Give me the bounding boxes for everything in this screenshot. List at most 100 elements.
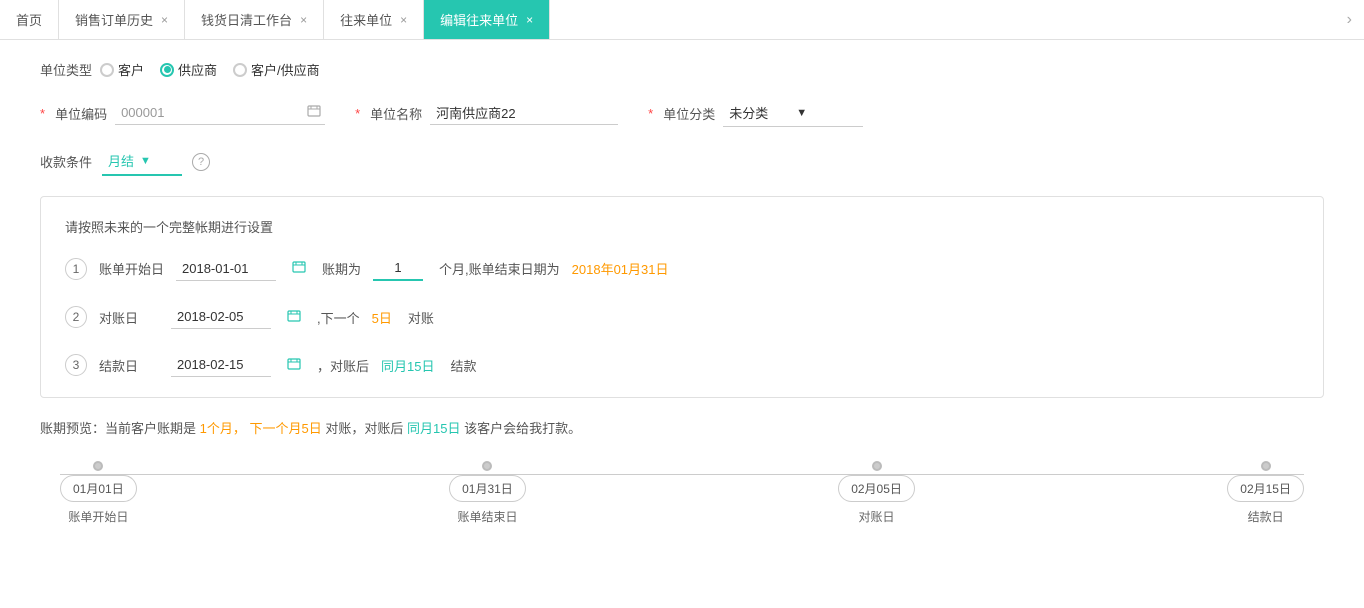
unit-code-icon[interactable] [303, 104, 325, 121]
payment-condition-arrow: ▼ [140, 155, 151, 167]
timeline-date-3: 02月15日 [1227, 475, 1304, 502]
unit-type-field: 单位类型 客户 供应商 客户/供应商 [40, 60, 320, 79]
step-2-date[interactable] [171, 305, 271, 329]
radio-both-label: 客户/供应商 [251, 60, 320, 79]
help-icon[interactable]: ? [192, 153, 210, 171]
tab-expand-button[interactable]: › [1335, 0, 1364, 39]
payment-condition-row: 收款条件 月结 ▼ ? [40, 147, 1324, 176]
timeline-date-0: 01月01日 [60, 475, 137, 502]
preview-mid: 对账，对账后 [325, 421, 403, 436]
preview-reconcile-date: 下一个月5日 [250, 421, 322, 436]
card-title: 请按照未来的一个完整帐期进行设置 [65, 217, 1299, 236]
step-1-label: 账单开始日 [99, 259, 164, 278]
step-2-highlight: 5日 [372, 308, 392, 327]
tab-sales-order-label: 销售订单历史 [75, 10, 153, 29]
unit-category-field: * 单位分类 未分类 ▼ [648, 99, 863, 127]
unit-category-value: 未分类 [729, 103, 790, 122]
step-3-prefix: ，对账后 [317, 356, 369, 375]
tab-sales-order-close[interactable]: × [161, 13, 168, 27]
tab-sales-order[interactable]: 销售订单历史 × [59, 0, 185, 39]
timeline-dot-0 [93, 461, 103, 471]
preview-payment-date: 同月15日 [407, 421, 460, 436]
tab-counterparty-close[interactable]: × [400, 13, 407, 27]
step-2-suffix: 对账 [408, 308, 434, 327]
step-2-label: 对账日 [99, 308, 159, 327]
payment-condition-dropdown[interactable]: 月结 ▼ [102, 147, 182, 176]
unit-code-field: * 单位编码 [40, 101, 325, 125]
tab-bar: 首页 销售订单历史 × 钱货日清工作台 × 往来单位 × 编辑往来单位 × › [0, 0, 1364, 40]
unit-type-row: 单位类型 客户 供应商 客户/供应商 [40, 60, 1324, 79]
unit-code-required: * [40, 106, 45, 121]
radio-customer-circle [100, 63, 114, 77]
step-3-highlight: 同月15日 [381, 356, 434, 375]
unit-category-arrow: ▼ [796, 107, 857, 119]
tab-edit-counterparty-close[interactable]: × [526, 13, 533, 27]
step-3-num: 3 [65, 354, 87, 376]
step-3-row: 3 结款日 ，对账后 同月15日 结款 [65, 353, 1299, 377]
unit-info-row: * 单位编码 * 单位名称 * 单位分类 [40, 99, 1324, 127]
tab-home-label: 首页 [16, 10, 42, 29]
unit-code-label: 单位编码 [55, 104, 107, 123]
step-2-row: 2 对账日 ,下一个 5日 对账 [65, 305, 1299, 329]
timeline-label-0: 账单开始日 [68, 508, 128, 525]
preview-period: 1个月， [200, 421, 246, 436]
radio-group: 客户 供应商 客户/供应商 [100, 60, 320, 79]
radio-supplier-label: 供应商 [178, 60, 217, 79]
radio-both[interactable]: 客户/供应商 [233, 60, 320, 79]
step-3-label: 结款日 [99, 356, 159, 375]
unit-category-dropdown[interactable]: 未分类 ▼ [723, 99, 863, 127]
tab-home[interactable]: 首页 [0, 0, 59, 39]
tab-cash-reconcile[interactable]: 钱货日清工作台 × [185, 0, 324, 39]
step-1-row: 1 账单开始日 账期为 个月,账单结束日期为 2018年01月31日 [65, 256, 1299, 281]
unit-name-required: * [355, 106, 360, 121]
payment-condition-value: 月结 [108, 151, 134, 170]
step-1-date[interactable] [176, 257, 276, 281]
preview-end: 该客户会给我打款。 [464, 421, 581, 436]
timeline-date-1: 01月31日 [449, 475, 526, 502]
step-1-num: 1 [65, 258, 87, 280]
timeline-node-3: 02月15日 结款日 [1227, 461, 1304, 525]
timeline-label-3: 结款日 [1248, 508, 1284, 525]
step-1-end-date: 2018年01月31日 [572, 259, 669, 278]
timeline-node-2: 02月05日 对账日 [838, 461, 915, 525]
step-1-calendar-icon[interactable] [292, 260, 306, 277]
step-3-date[interactable] [171, 353, 271, 377]
payment-condition-label: 收款条件 [40, 152, 92, 171]
unit-name-input[interactable] [430, 101, 618, 125]
step-2-calendar-icon[interactable] [287, 309, 301, 326]
card-section: 请按照未来的一个完整帐期进行设置 1 账单开始日 账期为 个月,账单结束日期为 … [40, 196, 1324, 398]
unit-category-label: 单位分类 [663, 104, 715, 123]
step-1-period-input[interactable] [373, 256, 423, 281]
main-content: 单位类型 客户 供应商 客户/供应商 * 单位编码 [0, 40, 1364, 608]
timeline-node-1: 01月31日 账单结束日 [449, 461, 526, 525]
timeline-dot-3 [1261, 461, 1271, 471]
timeline-nodes: 01月01日 账单开始日 01月31日 账单结束日 02月05日 对账日 02月… [60, 461, 1304, 525]
tab-cash-reconcile-close[interactable]: × [300, 13, 307, 27]
unit-category-required: * [648, 106, 653, 121]
tab-cash-reconcile-label: 钱货日清工作台 [201, 10, 292, 29]
timeline-date-2: 02月05日 [838, 475, 915, 502]
unit-name-label: 单位名称 [370, 104, 422, 123]
tab-counterparty[interactable]: 往来单位 × [324, 0, 424, 39]
timeline-node-0: 01月01日 账单开始日 [60, 461, 137, 525]
timeline-dot-1 [482, 461, 492, 471]
step-2-prefix: ,下一个 [317, 308, 360, 327]
unit-code-input-wrapper [115, 101, 325, 125]
radio-both-circle [233, 63, 247, 77]
preview-text: 账期预览：当前客户账期是 1个月， 下一个月5日 对账，对账后 同月15日 该客… [40, 418, 1324, 437]
tab-edit-counterparty-label: 编辑往来单位 [440, 10, 518, 29]
radio-supplier[interactable]: 供应商 [160, 60, 217, 79]
radio-customer-label: 客户 [118, 60, 144, 79]
step-1-period-label: 账期为 [322, 259, 361, 278]
tab-edit-counterparty[interactable]: 编辑往来单位 × [424, 0, 550, 39]
timeline-dot-2 [872, 461, 882, 471]
radio-customer[interactable]: 客户 [100, 60, 144, 79]
step-1-period-unit: 个月,账单结束日期为 [439, 259, 560, 278]
unit-name-field: * 单位名称 [355, 101, 618, 125]
unit-type-label: 单位类型 [40, 60, 92, 79]
timeline-wrapper: 01月01日 账单开始日 01月31日 账单结束日 02月05日 对账日 02月… [40, 461, 1324, 525]
unit-code-input[interactable] [115, 101, 303, 124]
preview-label: 账期预览：当前客户账期是 [40, 421, 196, 436]
step-3-suffix: 结款 [450, 356, 476, 375]
step-3-calendar-icon[interactable] [287, 357, 301, 374]
